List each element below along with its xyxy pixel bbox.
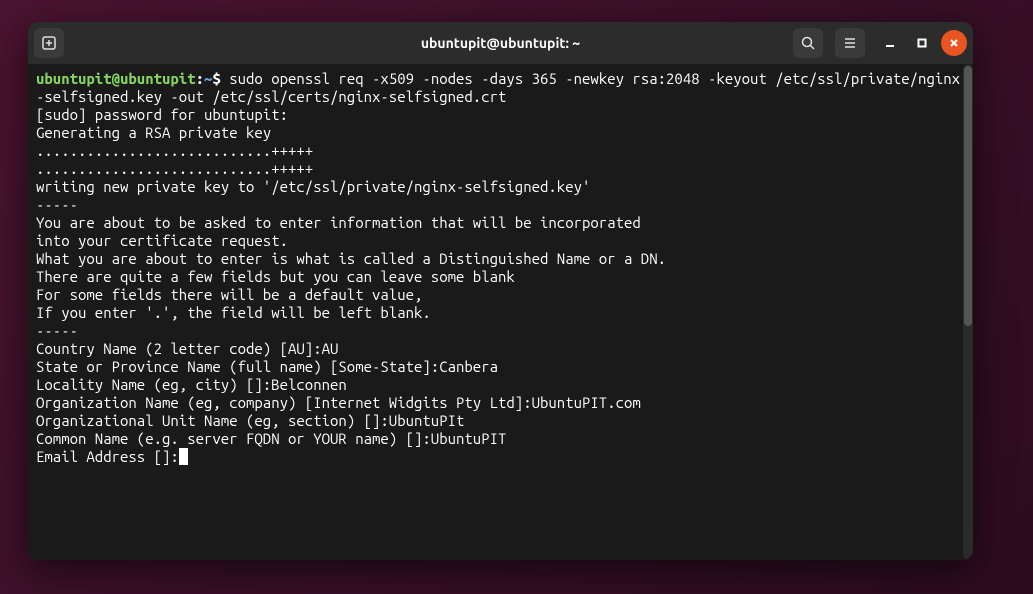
- output-line: Organization Name (eg, company) [Interne…: [36, 394, 965, 412]
- hamburger-icon: [842, 35, 858, 51]
- output-line: Organizational Unit Name (eg, section) […: [36, 412, 965, 430]
- output-line: ............................+++++: [36, 142, 965, 160]
- scrollbar-thumb[interactable]: [964, 66, 972, 326]
- command-line: ubuntupit@ubuntupit:~$ sudo openssl req …: [36, 70, 965, 106]
- terminal-window: ubuntupit@ubuntupit: ~: [28, 22, 973, 560]
- output-line: You are about to be asked to enter infor…: [36, 214, 965, 232]
- output-line: Generating a RSA private key: [36, 124, 965, 142]
- output-line: Country Name (2 letter code) [AU]:AU: [36, 340, 965, 358]
- output-line: [sudo] password for ubuntupit:: [36, 106, 965, 124]
- titlebar: ubuntupit@ubuntupit: ~: [28, 22, 973, 64]
- new-tab-icon: [41, 35, 57, 51]
- output-line: Locality Name (eg, city) []:Belconnen: [36, 376, 965, 394]
- output-line: into your certificate request.: [36, 232, 965, 250]
- prompt-user: ubuntupit@ubuntupit: [36, 70, 196, 87]
- titlebar-right: [793, 28, 967, 58]
- output-line: For some fields there will be a default …: [36, 286, 965, 304]
- output-line: What you are about to enter is what is c…: [36, 250, 965, 268]
- close-button[interactable]: [941, 30, 967, 56]
- scrollbar[interactable]: [963, 64, 973, 560]
- cursor: [179, 448, 188, 465]
- terminal-body[interactable]: ubuntupit@ubuntupit:~$ sudo openssl req …: [28, 64, 973, 560]
- output-line: State or Province Name (full name) [Some…: [36, 358, 965, 376]
- prompt-symbol: $: [212, 70, 220, 87]
- titlebar-left: [34, 28, 70, 58]
- output-line: There are quite a few fields but you can…: [36, 268, 965, 286]
- search-icon: [800, 35, 816, 51]
- output-line: -----: [36, 196, 965, 214]
- new-tab-button[interactable]: [34, 28, 64, 58]
- close-icon: [949, 38, 959, 48]
- current-prompt: Email Address []:: [36, 448, 179, 465]
- output-line: If you enter '.', the field will be left…: [36, 304, 965, 322]
- search-button[interactable]: [793, 28, 823, 58]
- maximize-button[interactable]: [909, 30, 935, 56]
- output-line: ............................+++++: [36, 160, 965, 178]
- minimize-icon: [885, 38, 895, 48]
- menu-button[interactable]: [835, 28, 865, 58]
- output-line: -----: [36, 322, 965, 340]
- input-line: Email Address []:: [36, 448, 965, 466]
- output-container: [sudo] password for ubuntupit:Generating…: [36, 106, 965, 448]
- prompt-colon: :: [196, 70, 204, 87]
- minimize-button[interactable]: [877, 30, 903, 56]
- maximize-icon: [917, 38, 927, 48]
- output-line: Common Name (e.g. server FQDN or YOUR na…: [36, 430, 965, 448]
- output-line: writing new private key to '/etc/ssl/pri…: [36, 178, 965, 196]
